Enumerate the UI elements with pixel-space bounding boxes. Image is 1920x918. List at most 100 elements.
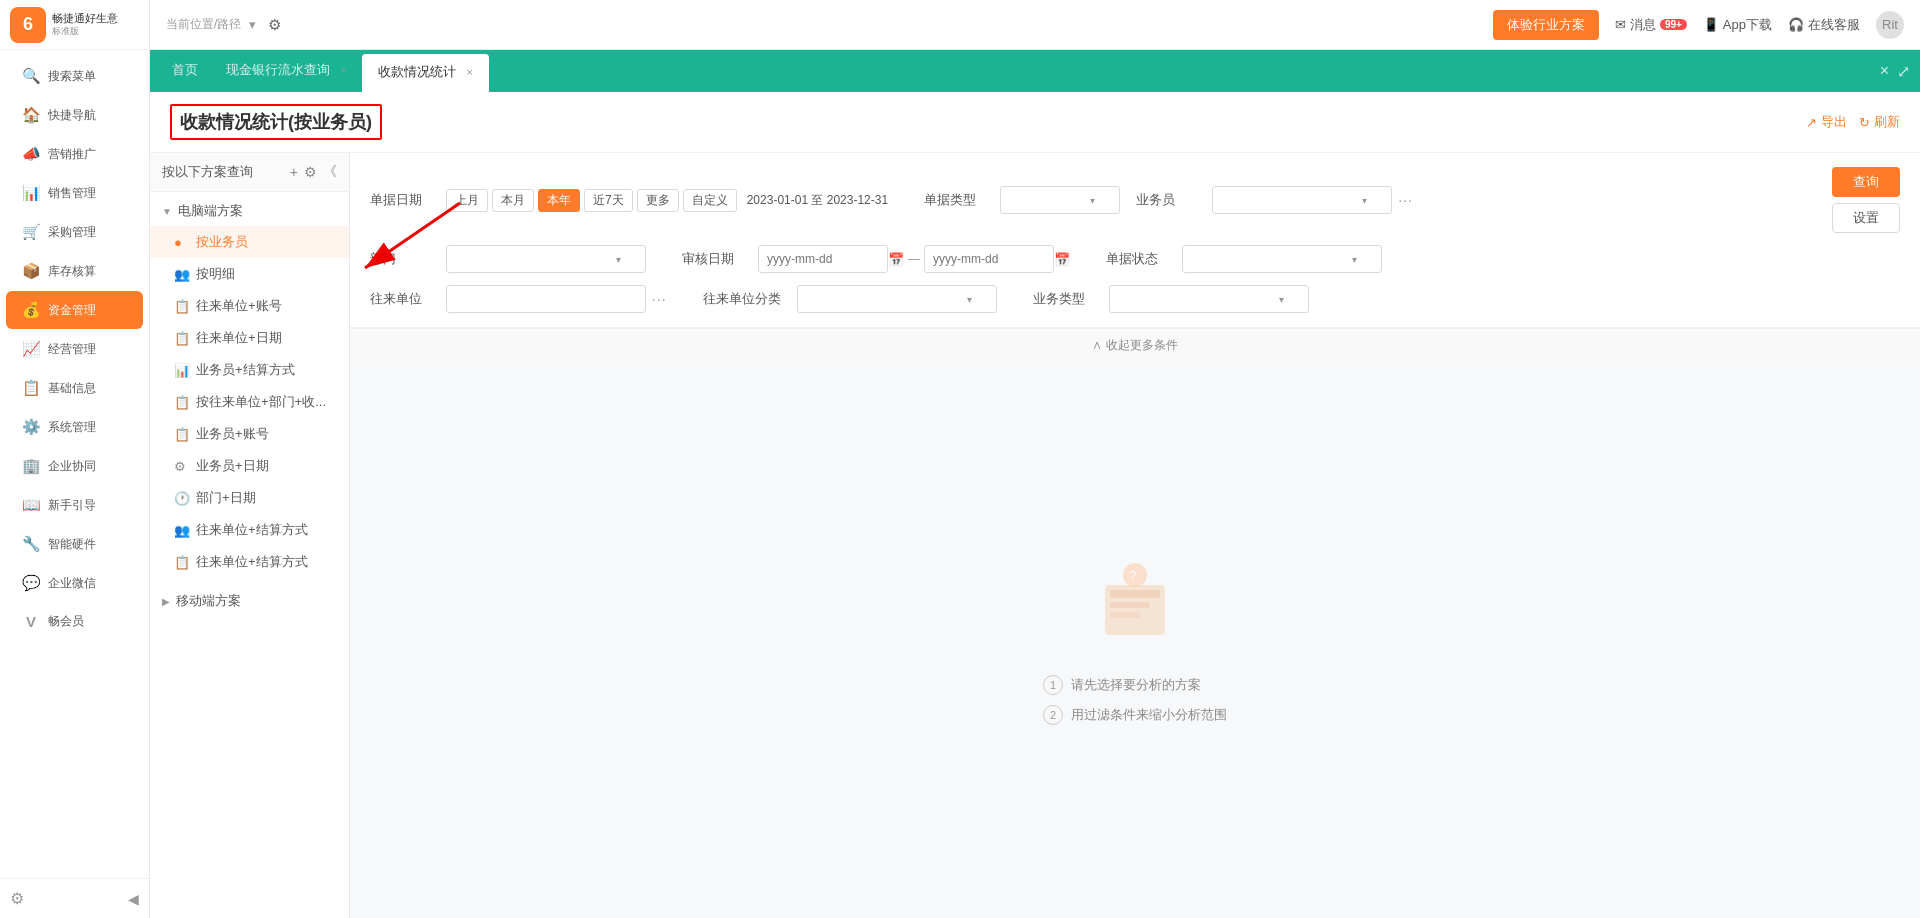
date-btn-this-year[interactable]: 本年	[538, 189, 580, 212]
sidebar-item-wechat[interactable]: 💬 企业微信	[6, 564, 143, 602]
sidebar-item-label: 企业协同	[48, 458, 96, 475]
refresh-button[interactable]: ↻ 刷新	[1859, 113, 1900, 131]
scheme-item-salesperson-date[interactable]: ⚙ 业务员+日期	[150, 450, 349, 482]
scheme-item-by-salesperson[interactable]: ● 按业务员	[150, 226, 349, 258]
scheme-item-partner-date[interactable]: 📋 往来单位+日期	[150, 322, 349, 354]
scheme-item-label: 按往来单位+部门+收...	[196, 393, 326, 411]
scheme-item-salesperson-settle[interactable]: 📊 业务员+结算方式	[150, 354, 349, 386]
doc-status-label: 单据状态	[1106, 250, 1166, 268]
window-restore-btn[interactable]: ⤢	[1897, 62, 1910, 81]
sidebar: 6 畅捷通好生意 标准版 🔍 搜索菜单 🏠 快捷导航 📣 营销推广 📊 销售管理…	[0, 0, 150, 918]
partner-account-icon: 📋	[174, 299, 190, 314]
online-service-btn[interactable]: 🎧 在线客服	[1788, 16, 1860, 34]
marketing-icon: 📣	[22, 145, 40, 163]
sidebar-item-system[interactable]: ⚙️ 系统管理	[6, 408, 143, 446]
date-btn-custom[interactable]: 自定义	[683, 189, 737, 212]
window-close-btn[interactable]: ×	[1880, 62, 1889, 80]
date-btn-this-month[interactable]: 本月	[492, 189, 534, 212]
scheme-item-label: 业务员+账号	[196, 425, 269, 443]
hardware-icon: 🔧	[22, 535, 40, 553]
sidebar-item-sales[interactable]: 📊 销售管理	[6, 174, 143, 212]
salesperson-date-icon: ⚙	[174, 459, 190, 474]
sidebar-item-operation[interactable]: 📈 经营管理	[6, 330, 143, 368]
doc-status-select[interactable]: ▾	[1182, 245, 1382, 273]
settings-button[interactable]: 设置	[1832, 203, 1900, 233]
sidebar-item-inventory[interactable]: 📦 库存核算	[6, 252, 143, 290]
sidebar-item-purchase[interactable]: 🛒 采购管理	[6, 213, 143, 251]
partner-category-select[interactable]: ▾	[797, 285, 997, 313]
message-btn[interactable]: ✉ 消息 99+	[1615, 16, 1687, 34]
scheme-settings-btn[interactable]: ⚙	[304, 164, 317, 180]
date-btn-last-month[interactable]: 上月	[446, 189, 488, 212]
calendar-start-icon[interactable]: 📅	[888, 252, 904, 267]
review-date-end[interactable]	[924, 245, 1054, 273]
doc-type-select[interactable]: ▾	[1000, 186, 1120, 214]
scheme-collapse-btn[interactable]: 《	[323, 163, 337, 181]
sidebar-item-finance[interactable]: 💰 资金管理	[6, 291, 143, 329]
scheme-actions: + ⚙ 《	[290, 163, 337, 181]
app-download-btn[interactable]: 📱 App下载	[1703, 16, 1772, 34]
biz-type-select[interactable]: ▾	[1109, 285, 1309, 313]
basic-info-icon: 📋	[22, 379, 40, 397]
scheme-item-partner-settle2[interactable]: 📋 往来单位+结算方式	[150, 546, 349, 578]
scheme-item-detail[interactable]: 👥 按明细	[150, 258, 349, 290]
tabs-bar: 首页 现金银行流水查询 × 收款情况统计 × × ⤢	[150, 50, 1920, 92]
scheme-item-salesperson-account[interactable]: 📋 业务员+账号	[150, 418, 349, 450]
scheme-group-mobile-title[interactable]: ▶ 移动端方案	[150, 586, 349, 616]
scheme-title: 按以下方案查询	[162, 163, 253, 181]
collapse-bar[interactable]: ∧ 收起更多条件	[350, 328, 1920, 362]
detail-icon: 👥	[174, 267, 190, 282]
scheme-item-dept-date[interactable]: 🕐 部门+日期	[150, 482, 349, 514]
sidebar-item-marketing[interactable]: 📣 营销推广	[6, 135, 143, 173]
sidebar-item-search-menu[interactable]: 🔍 搜索菜单	[6, 57, 143, 95]
partner-more-btn[interactable]: ···	[652, 291, 667, 307]
partner-select[interactable]	[446, 285, 646, 313]
scheme-add-btn[interactable]: +	[290, 164, 298, 180]
export-button[interactable]: ↗ 导出	[1806, 113, 1847, 131]
purchase-icon: 🛒	[22, 223, 40, 241]
calendar-end-icon[interactable]: 📅	[1054, 252, 1070, 267]
sidebar-item-basic-info[interactable]: 📋 基础信息	[6, 369, 143, 407]
tab-collection-stats-close[interactable]: ×	[466, 66, 472, 78]
tab-home[interactable]: 首页	[160, 50, 210, 92]
user-avatar[interactable]: Rit	[1876, 11, 1904, 39]
scheme-item-partner-settle1[interactable]: 👥 往来单位+结算方式	[150, 514, 349, 546]
scheme-item-label: 往来单位+结算方式	[196, 553, 308, 571]
chevron-down-icon: ▾	[1362, 195, 1367, 206]
header-gear-icon[interactable]: ⚙	[268, 16, 281, 34]
sidebar-item-guide[interactable]: 📖 新手引导	[6, 486, 143, 524]
dept-label: 部门	[370, 250, 430, 268]
operation-icon: 📈	[22, 340, 40, 358]
sidebar-item-enterprise[interactable]: 🏢 企业协同	[6, 447, 143, 485]
header-left: 当前位置/路径 ▾ ⚙	[166, 16, 281, 34]
review-date-start[interactable]	[758, 245, 888, 273]
export-label: 导出	[1821, 113, 1847, 131]
chevron-down-icon: ▾	[1352, 254, 1357, 265]
date-range-text: 2023-01-01 至 2023-12-31	[747, 192, 888, 209]
query-button[interactable]: 查询	[1832, 167, 1900, 197]
date-btn-7days[interactable]: 近7天	[584, 189, 633, 212]
tab-bank-flow[interactable]: 现金银行流水查询 ×	[210, 50, 362, 92]
sidebar-item-member[interactable]: V 畅会员	[6, 603, 143, 640]
sidebar-collapse-icon[interactable]: ◀	[128, 891, 139, 907]
sidebar-settings-icon[interactable]: ⚙	[10, 889, 24, 908]
salesperson-more-btn[interactable]: ···	[1398, 192, 1413, 208]
tab-bank-flow-close[interactable]: ×	[340, 64, 346, 76]
empty-step-1: 1 请先选择要分析的方案	[1043, 675, 1227, 695]
chevron-down-icon: ▾	[1090, 195, 1095, 206]
sidebar-item-hardware[interactable]: 🔧 智能硬件	[6, 525, 143, 563]
dept-select[interactable]: ▾	[446, 245, 646, 273]
trial-button[interactable]: 体验行业方案	[1493, 10, 1599, 40]
tab-collection-stats[interactable]: 收款情况统计 ×	[362, 54, 488, 92]
salesperson-select[interactable]: ▾	[1212, 186, 1392, 214]
sidebar-item-quick-nav[interactable]: 🏠 快捷导航	[6, 96, 143, 134]
finance-icon: 💰	[22, 301, 40, 319]
scheme-item-partner-dept-collect[interactable]: 📋 按往来单位+部门+收...	[150, 386, 349, 418]
dropdown-icon[interactable]: ▾	[249, 17, 256, 32]
logo-badge: 标准版	[52, 25, 118, 38]
scheme-group-desktop-title[interactable]: ▼ 电脑端方案	[150, 196, 349, 226]
scheme-item-partner-account[interactable]: 📋 往来单位+账号	[150, 290, 349, 322]
date-btn-more[interactable]: 更多	[637, 189, 679, 212]
chevron-down-icon: ▾	[616, 254, 621, 265]
partner-date-icon: 📋	[174, 331, 190, 346]
